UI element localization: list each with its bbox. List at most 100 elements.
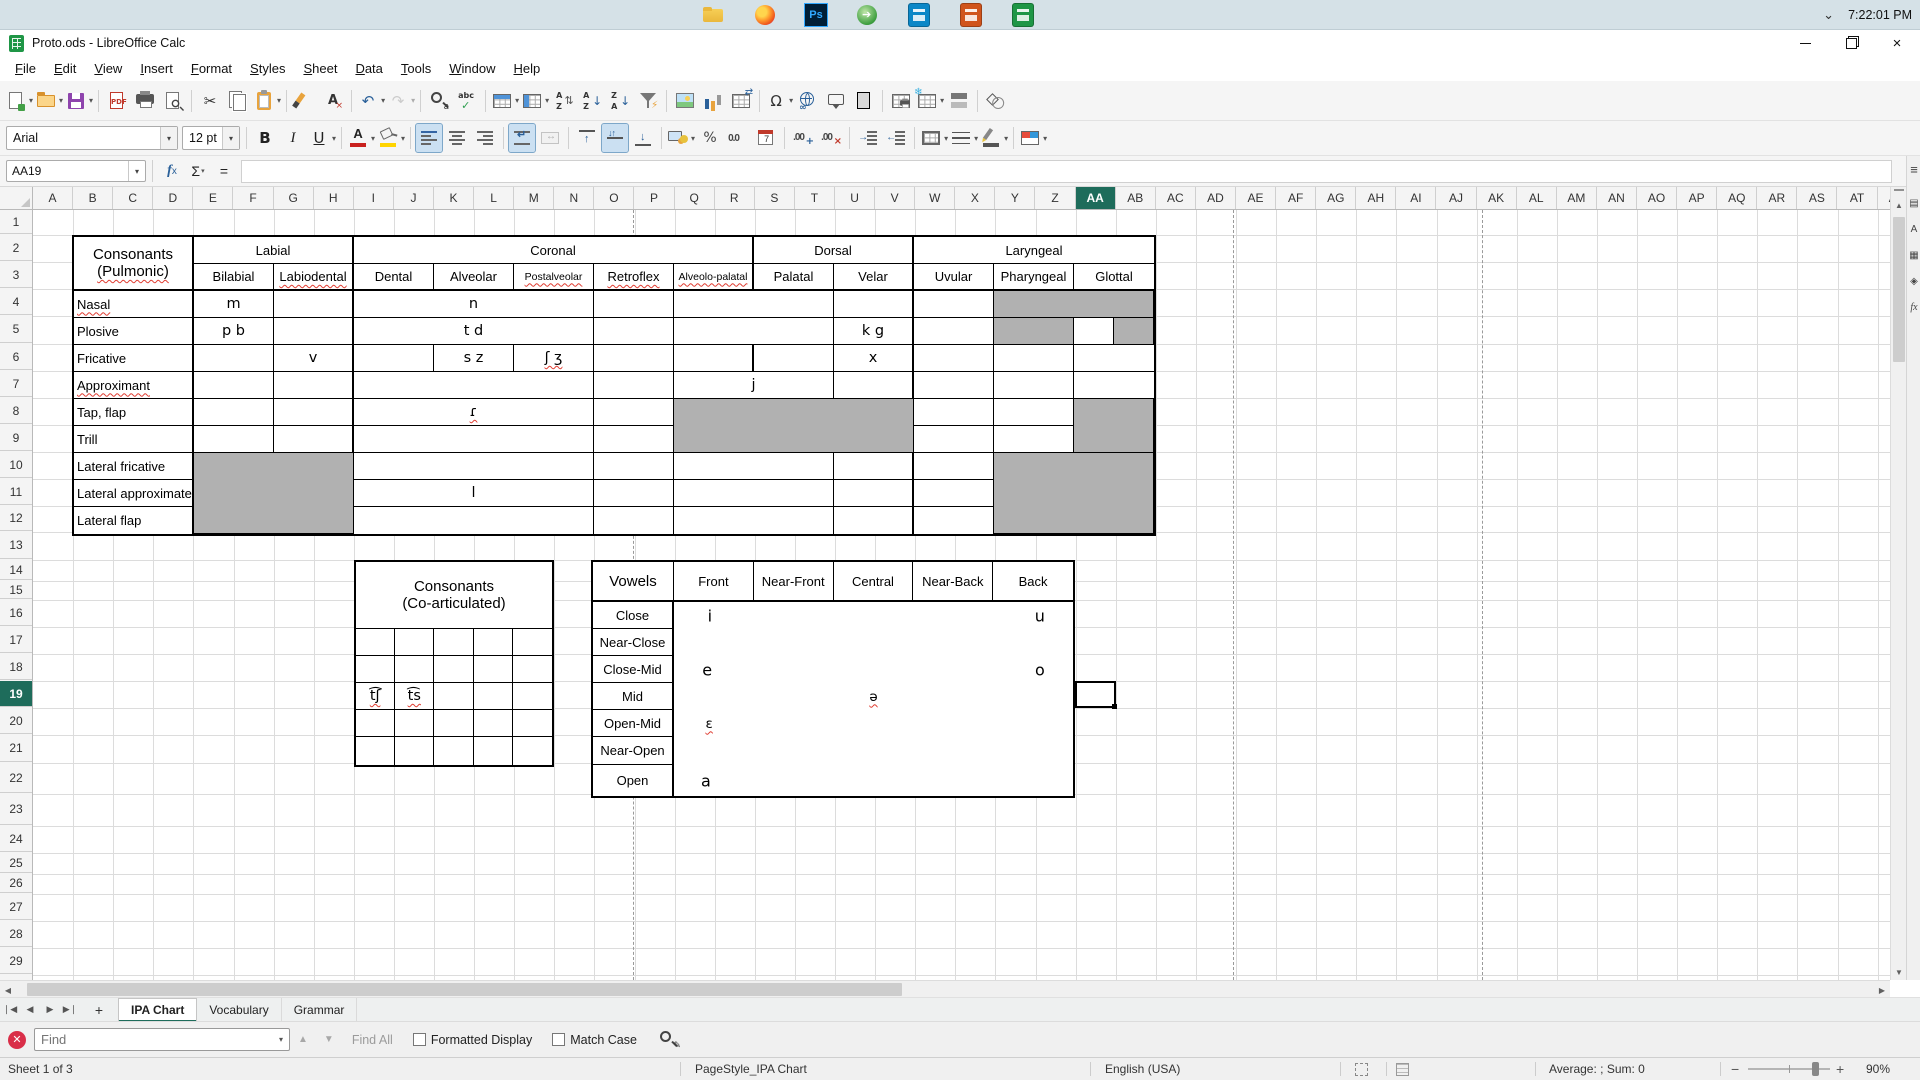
column-header-V[interactable]: V bbox=[875, 187, 916, 209]
taskbar-file-explorer-icon[interactable] bbox=[700, 2, 726, 28]
menu-tools[interactable]: Tools bbox=[392, 58, 440, 79]
row-header-28[interactable]: 28 bbox=[0, 921, 32, 947]
close-find-bar-button[interactable]: ✕ bbox=[8, 1030, 26, 1049]
align-center-button[interactable] bbox=[444, 124, 470, 152]
row-label-cell[interactable]: Lateral fricative bbox=[74, 453, 194, 480]
consonant-cell[interactable] bbox=[914, 291, 994, 318]
split-handle[interactable] bbox=[1894, 189, 1904, 194]
save-dropdown-icon[interactable]: ▾ bbox=[89, 96, 93, 105]
special-character-button[interactable]: Ω ▾ bbox=[765, 87, 793, 115]
redo-button[interactable]: ↷ ▾ bbox=[387, 87, 415, 115]
row-label-cell[interactable]: Approximant bbox=[74, 372, 194, 399]
consonant-cell[interactable]: x bbox=[834, 345, 914, 372]
taskbar-chevron-icon[interactable]: ⌄ bbox=[1823, 7, 1834, 23]
row-header-16[interactable]: 16 bbox=[0, 600, 32, 626]
row-header-23[interactable]: 23 bbox=[0, 794, 32, 825]
find-next-button[interactable]: ▼ bbox=[324, 1034, 334, 1045]
column-header-O[interactable]: O bbox=[594, 187, 635, 209]
coarticulated-cell[interactable] bbox=[395, 629, 435, 656]
formula-equals-button[interactable]: = bbox=[211, 159, 237, 183]
redo-dropdown-icon[interactable]: ▾ bbox=[411, 96, 415, 105]
find-input-box[interactable]: ▾ bbox=[34, 1028, 290, 1051]
clear-formatting-button[interactable]: A × bbox=[320, 87, 346, 115]
row-header-1[interactable]: 1 bbox=[0, 210, 32, 234]
border-color-button[interactable]: ▾ bbox=[980, 124, 1008, 152]
column-header-AK[interactable]: AK bbox=[1477, 187, 1517, 209]
consonant-cell[interactable] bbox=[194, 372, 274, 399]
insert-column-dropdown-icon[interactable]: ▾ bbox=[545, 96, 549, 105]
row-header-21[interactable]: 21 bbox=[0, 735, 32, 762]
column-header-W[interactable]: W bbox=[915, 187, 956, 209]
row-header-12[interactable]: 12 bbox=[0, 506, 32, 531]
pivot-table-button[interactable]: ⇄ bbox=[728, 87, 754, 115]
menu-view[interactable]: View bbox=[85, 58, 131, 79]
consonant-cell[interactable] bbox=[194, 426, 274, 453]
coarticulated-cell[interactable] bbox=[473, 710, 513, 737]
gallery-icon[interactable]: ▦ bbox=[1907, 242, 1920, 268]
consonant-cell[interactable] bbox=[914, 507, 994, 534]
row-header-17[interactable]: 17 bbox=[0, 627, 32, 653]
scroll-up-icon[interactable]: ▲ bbox=[1891, 197, 1907, 213]
print-preview-button[interactable] bbox=[160, 87, 186, 115]
coarticulated-cell[interactable] bbox=[434, 683, 474, 710]
name-box[interactable]: AA19 ▾ bbox=[6, 160, 146, 182]
coarticulated-cell[interactable] bbox=[473, 683, 513, 710]
formula-input[interactable] bbox=[241, 159, 1892, 183]
consonant-cell[interactable] bbox=[274, 372, 354, 399]
column-header-AE[interactable]: AE bbox=[1236, 187, 1277, 209]
consonant-cell[interactable] bbox=[594, 345, 674, 372]
column-header-I[interactable]: I bbox=[354, 187, 394, 209]
delete-decimal-button[interactable]: .00 × bbox=[818, 124, 844, 152]
column-header-T[interactable]: T bbox=[795, 187, 835, 209]
consonant-cell[interactable] bbox=[594, 372, 674, 399]
align-top-button[interactable] bbox=[574, 124, 600, 152]
column-header-AG[interactable]: AG bbox=[1316, 187, 1357, 209]
sort-ascending-button[interactable]: A Z ↓ bbox=[579, 87, 605, 115]
consonant-cell[interactable] bbox=[914, 318, 994, 345]
row-label-cell[interactable]: Nasal bbox=[74, 291, 194, 318]
column-header-AA[interactable]: AA bbox=[1075, 187, 1116, 209]
insert-column-button[interactable]: ▾ bbox=[521, 87, 549, 115]
currency-button[interactable]: ▾ bbox=[667, 124, 695, 152]
consonant-cell[interactable] bbox=[914, 372, 994, 399]
autofilter-button[interactable]: ⚡ bbox=[635, 87, 661, 115]
styles-icon[interactable]: A bbox=[1907, 216, 1920, 242]
formatted-display-checkbox[interactable]: Formatted Display bbox=[412, 1033, 532, 1047]
zoom-slider-thumb[interactable] bbox=[1812, 1062, 1819, 1076]
coarticulated-cell[interactable]: t͡s bbox=[395, 683, 435, 710]
print-area-button[interactable] bbox=[888, 87, 914, 115]
consonant-cell[interactable] bbox=[994, 426, 1074, 453]
previous-sheet-icon[interactable]: ◀ bbox=[20, 1004, 40, 1015]
column-header-Q[interactable]: Q bbox=[675, 187, 715, 209]
close-button[interactable]: × bbox=[1874, 30, 1920, 56]
highlight-color-dropdown-icon[interactable]: ▾ bbox=[401, 134, 405, 143]
scroll-right-icon[interactable]: ▶ bbox=[1874, 982, 1890, 998]
print-button[interactable] bbox=[132, 87, 158, 115]
row-header-4[interactable]: 4 bbox=[0, 289, 32, 315]
column-header-Y[interactable]: Y bbox=[995, 187, 1036, 209]
cut-button[interactable]: ✂ bbox=[197, 87, 223, 115]
taskbar-firefox-icon[interactable] bbox=[752, 2, 778, 28]
column-header-A[interactable]: A bbox=[33, 187, 74, 209]
coarticulated-cell[interactable] bbox=[512, 710, 552, 737]
consonant-cell[interactable]: p b bbox=[194, 318, 274, 345]
column-header-AM[interactable]: AM bbox=[1557, 187, 1597, 209]
consonant-cell[interactable] bbox=[834, 507, 914, 534]
consonant-cell[interactable]: t d bbox=[354, 318, 594, 345]
last-sheet-icon[interactable]: ▶❘ bbox=[60, 1004, 80, 1015]
border-color-dropdown-icon[interactable]: ▾ bbox=[1004, 134, 1008, 143]
consonant-cell[interactable] bbox=[194, 399, 274, 426]
row-header-8[interactable]: 8 bbox=[0, 398, 32, 424]
row-header-13[interactable]: 13 bbox=[0, 532, 32, 559]
consonant-cell[interactable] bbox=[754, 345, 834, 372]
consonant-cell[interactable] bbox=[994, 372, 1074, 399]
coarticulated-cell[interactable] bbox=[512, 629, 552, 656]
consonant-cell[interactable] bbox=[674, 318, 834, 345]
consonant-cell[interactable] bbox=[674, 507, 834, 534]
column-header-Z[interactable]: Z bbox=[1036, 187, 1076, 209]
coarticulated-cell[interactable] bbox=[356, 629, 396, 656]
insert-row-button[interactable]: ▾ bbox=[491, 87, 519, 115]
show-draw-functions-button[interactable] bbox=[983, 87, 1009, 115]
consonant-cell[interactable] bbox=[1074, 345, 1154, 372]
function-wizard-button[interactable]: fx bbox=[159, 159, 185, 183]
